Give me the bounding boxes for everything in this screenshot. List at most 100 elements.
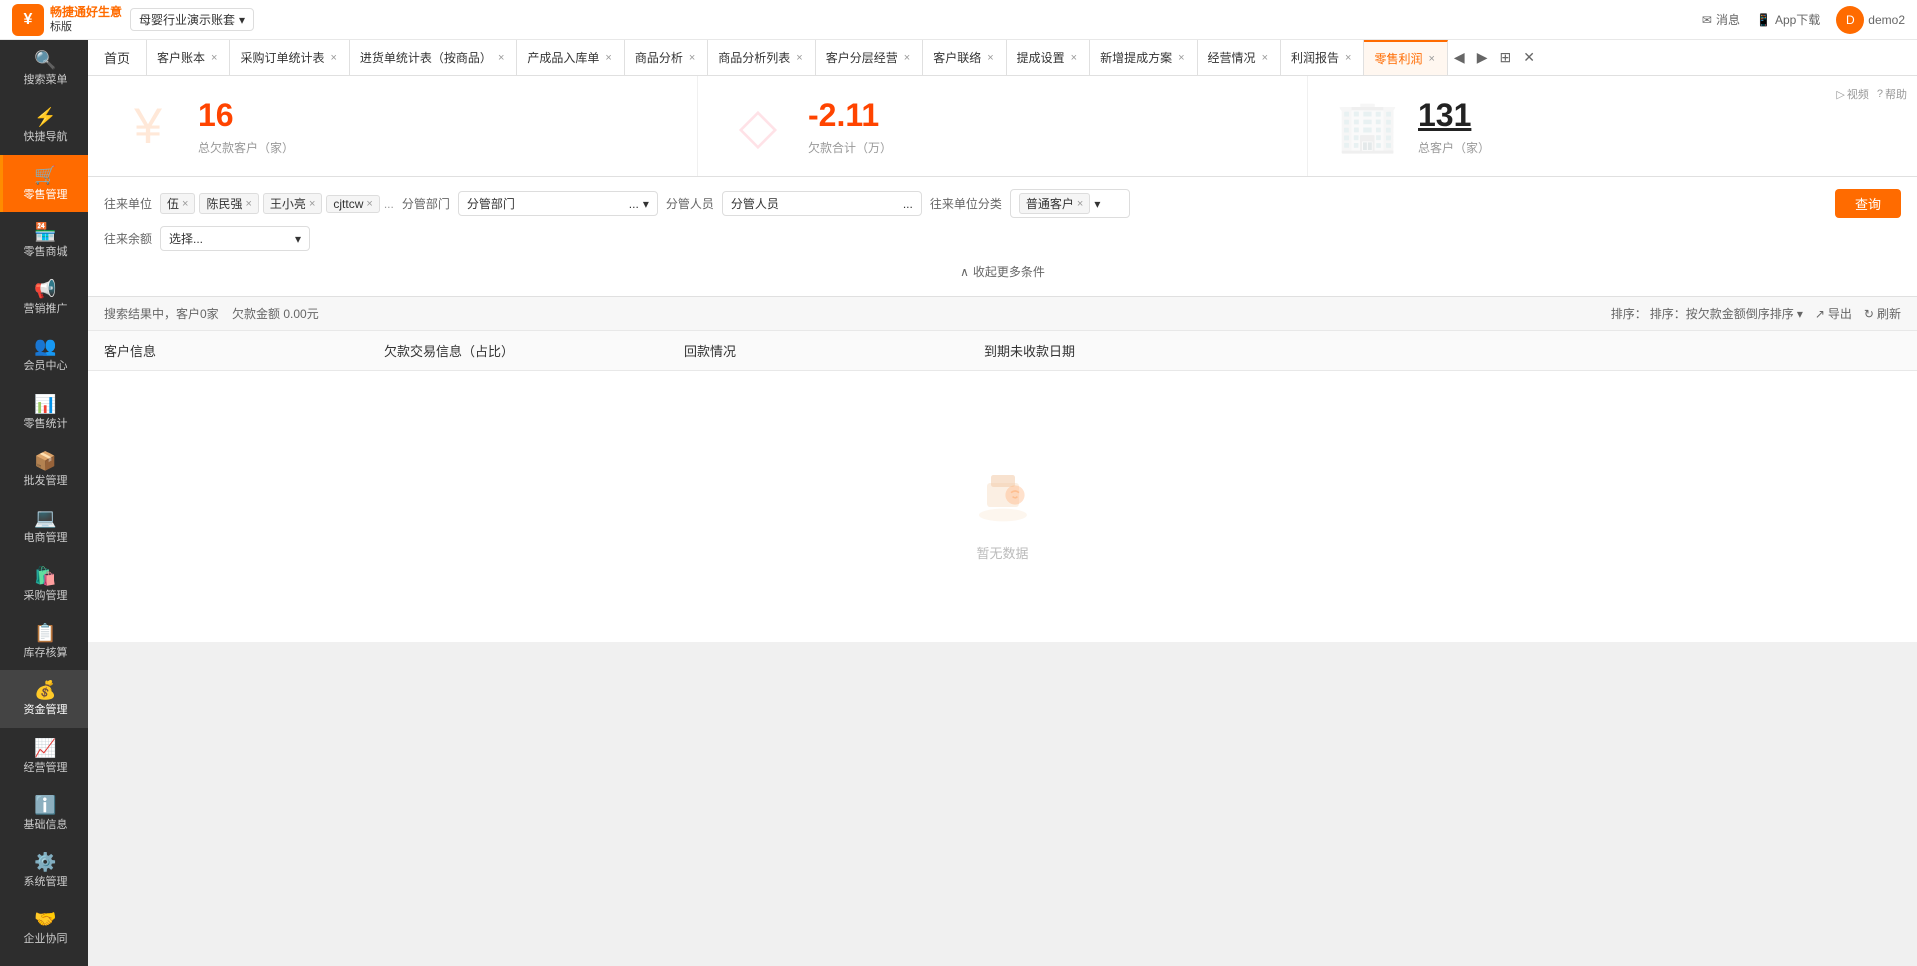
person-filter-label: 分管人员 [666,195,714,212]
empty-illustration [963,451,1043,531]
stat-label-arrears: 欠款合计（万） [808,139,1277,156]
tab-new-commission[interactable]: 新增提成方案 × [1090,40,1197,75]
sidebar-item-member[interactable]: 👥 会员中心 [0,326,88,383]
sort-select[interactable]: 排序： 排序：按欠款金额倒序排序 ▾ [1611,305,1803,322]
stat-icon-building: 🏢 [1338,96,1398,156]
download-icon: 📱 [1756,13,1771,27]
sidebar-item-business[interactable]: 📈 经营管理 [0,728,88,785]
sidebar-item-purchase[interactable]: 🛍️ 采购管理 [0,556,88,613]
tab-close-operation[interactable]: × [1260,51,1270,65]
account-selector[interactable]: 母婴行业演示账套 ▾ [130,8,254,31]
tab-close-profit-report[interactable]: × [1343,51,1353,65]
tab-close-customer-account[interactable]: × [209,51,219,65]
tab-close-commission-setting[interactable]: × [1069,51,1079,65]
tab-close-all-btn[interactable]: ✕ [1517,40,1541,75]
tab-purchase-stats[interactable]: 进货单统计表（按商品） × [350,40,517,75]
tab-customer-account[interactable]: 客户账本 × [147,40,230,75]
dept-filter-label: 分管部门 [402,195,450,212]
wholesale-icon: 📦 [34,451,56,472]
tab-close-retail-profit[interactable]: × [1426,52,1436,66]
dept-dots: ... [629,197,639,211]
tab-close-product-analysis[interactable]: × [687,51,697,65]
sidebar-item-ecom[interactable]: 💻 电商管理 [0,498,88,555]
content-area: 首页 客户账本 × 采购订单统计表 × 进货单统计表（按商品） × 产成品入库单… [88,40,1917,966]
message-btn[interactable]: ✉ 消息 [1702,11,1740,28]
sidebar-item-search[interactable]: 🔍 搜索菜单 [0,40,88,97]
sidebar-item-wholesale[interactable]: 📦 批发管理 [0,441,88,498]
user-menu[interactable]: D demo2 [1836,6,1905,34]
tab-close-customer-contact[interactable]: × [985,51,995,65]
business-icon: 📈 [34,738,56,759]
tab-profit-report[interactable]: 利润报告 × [1281,40,1364,75]
filter-row-2: 往来余额 选择... ▾ [104,226,1901,251]
stats-icon: 📊 [34,394,56,415]
filter-tag-cj: cjttcw × [326,195,379,213]
sidebar: 🔍 搜索菜单 ⚡ 快捷导航 🛒 零售管理 🏪 零售商城 📢 营销推广 👥 会员中… [0,40,88,966]
category-select[interactable]: 普通客户 × ▾ [1010,189,1130,218]
help-action[interactable]: ? 帮助 [1877,86,1907,102]
tab-close-purchase-order[interactable]: × [328,51,338,65]
sidebar-item-finance[interactable]: 💰 资金管理 [0,670,88,727]
tab-close-new-commission[interactable]: × [1176,51,1186,65]
tab-customer-contact[interactable]: 客户联络 × [923,40,1006,75]
tab-close-customer-tier[interactable]: × [902,51,912,65]
empty-state: 暂无数据 [88,371,1917,642]
filter-more-btn[interactable]: ... [384,197,394,211]
retail-icon: 🛒 [34,165,56,186]
query-button[interactable]: 查询 [1835,189,1901,218]
sidebar-item-inventory[interactable]: 📋 库存核算 [0,613,88,670]
sidebar-item-base[interactable]: ℹ️ 基础信息 [0,785,88,842]
sidebar-item-quicknav[interactable]: ⚡ 快捷导航 [0,97,88,154]
sidebar-item-guide[interactable]: 🎯 新手引导 [0,957,88,966]
sidebar-item-store[interactable]: 🏪 零售商城 [0,212,88,269]
sidebar-item-enterprise[interactable]: 🤝 企业协同 [0,899,88,956]
tab-next-btn[interactable]: ▶ [1471,40,1494,75]
tab-product-analysis-list[interactable]: 商品分析列表 × [708,40,815,75]
sort-chevron-icon: ▾ [1797,307,1803,321]
category-value: 普通客户 [1026,195,1074,212]
remove-wang-btn[interactable]: × [309,198,315,210]
tab-product-analysis[interactable]: 商品分析 × [625,40,708,75]
refresh-btn[interactable]: ↻ 刷新 [1864,305,1901,322]
unit-filter-label: 往来单位 [104,195,152,212]
export-btn[interactable]: ↗ 导出 [1815,305,1852,322]
app-download-btn[interactable]: 📱 App下载 [1756,11,1820,28]
collapse-button[interactable]: ∧ 收起更多条件 [960,263,1045,280]
filter-row-1: 往来单位 伍 × 陈民强 × 王小亮 × [104,189,1901,218]
logo-area: ¥ 畅捷通好生意 标版 [12,4,122,36]
balance-select[interactable]: 选择... ▾ [160,226,310,251]
stats-row: ¥ 16 总欠款客户（家） ◇ -2.11 欠款合计（万） 🏢 [88,76,1917,177]
tab-retail-profit[interactable]: 零售利润 × [1364,40,1447,75]
sidebar-item-marketing[interactable]: 📢 营销推广 [0,269,88,326]
remove-cj-btn[interactable]: × [366,198,372,210]
remove-category-btn[interactable]: × [1077,198,1083,210]
tab-purchase-order[interactable]: 采购订单统计表 × [230,40,349,75]
tab-home[interactable]: 首页 [88,40,147,75]
col-customer-info: 客户信息 [104,341,384,360]
dept-select[interactable]: 分管部门 ... ▾ [458,191,658,216]
tab-expand-btn[interactable]: ⊞ [1493,40,1517,75]
quicknav-icon: ⚡ [34,107,56,128]
sidebar-item-system[interactable]: ⚙️ 系统管理 [0,842,88,899]
ecom-icon: 💻 [34,508,56,529]
finance-icon: 💰 [34,680,56,701]
stat-number-total: 131 [1418,96,1887,134]
tab-close-purchase-stats[interactable]: × [496,51,506,65]
person-dots: ... [903,197,913,211]
remove-wu-btn[interactable]: × [182,198,188,210]
sidebar-item-stats[interactable]: 📊 零售统计 [0,384,88,441]
tab-prev-btn[interactable]: ◀ [1448,40,1471,75]
tab-product-storage[interactable]: 产成品入库单 × [517,40,624,75]
col-arrears-info: 欠款交易信息（占比） [384,341,684,360]
tab-operation[interactable]: 经营情况 × [1198,40,1281,75]
sidebar-item-retail[interactable]: 🛒 零售管理 [0,155,88,212]
tab-customer-tier[interactable]: 客户分层经营 × [816,40,923,75]
video-action[interactable]: ▷ 视频 [1836,86,1868,102]
category-chevron: ▾ [1094,197,1100,211]
stat-label-total: 总客户（家） [1418,139,1887,156]
tab-close-product-analysis-list[interactable]: × [794,51,804,65]
tab-commission-setting[interactable]: 提成设置 × [1007,40,1090,75]
tab-close-product-storage[interactable]: × [603,51,613,65]
remove-chen-btn[interactable]: × [245,198,251,210]
person-select[interactable]: 分管人员 ... [722,191,922,216]
